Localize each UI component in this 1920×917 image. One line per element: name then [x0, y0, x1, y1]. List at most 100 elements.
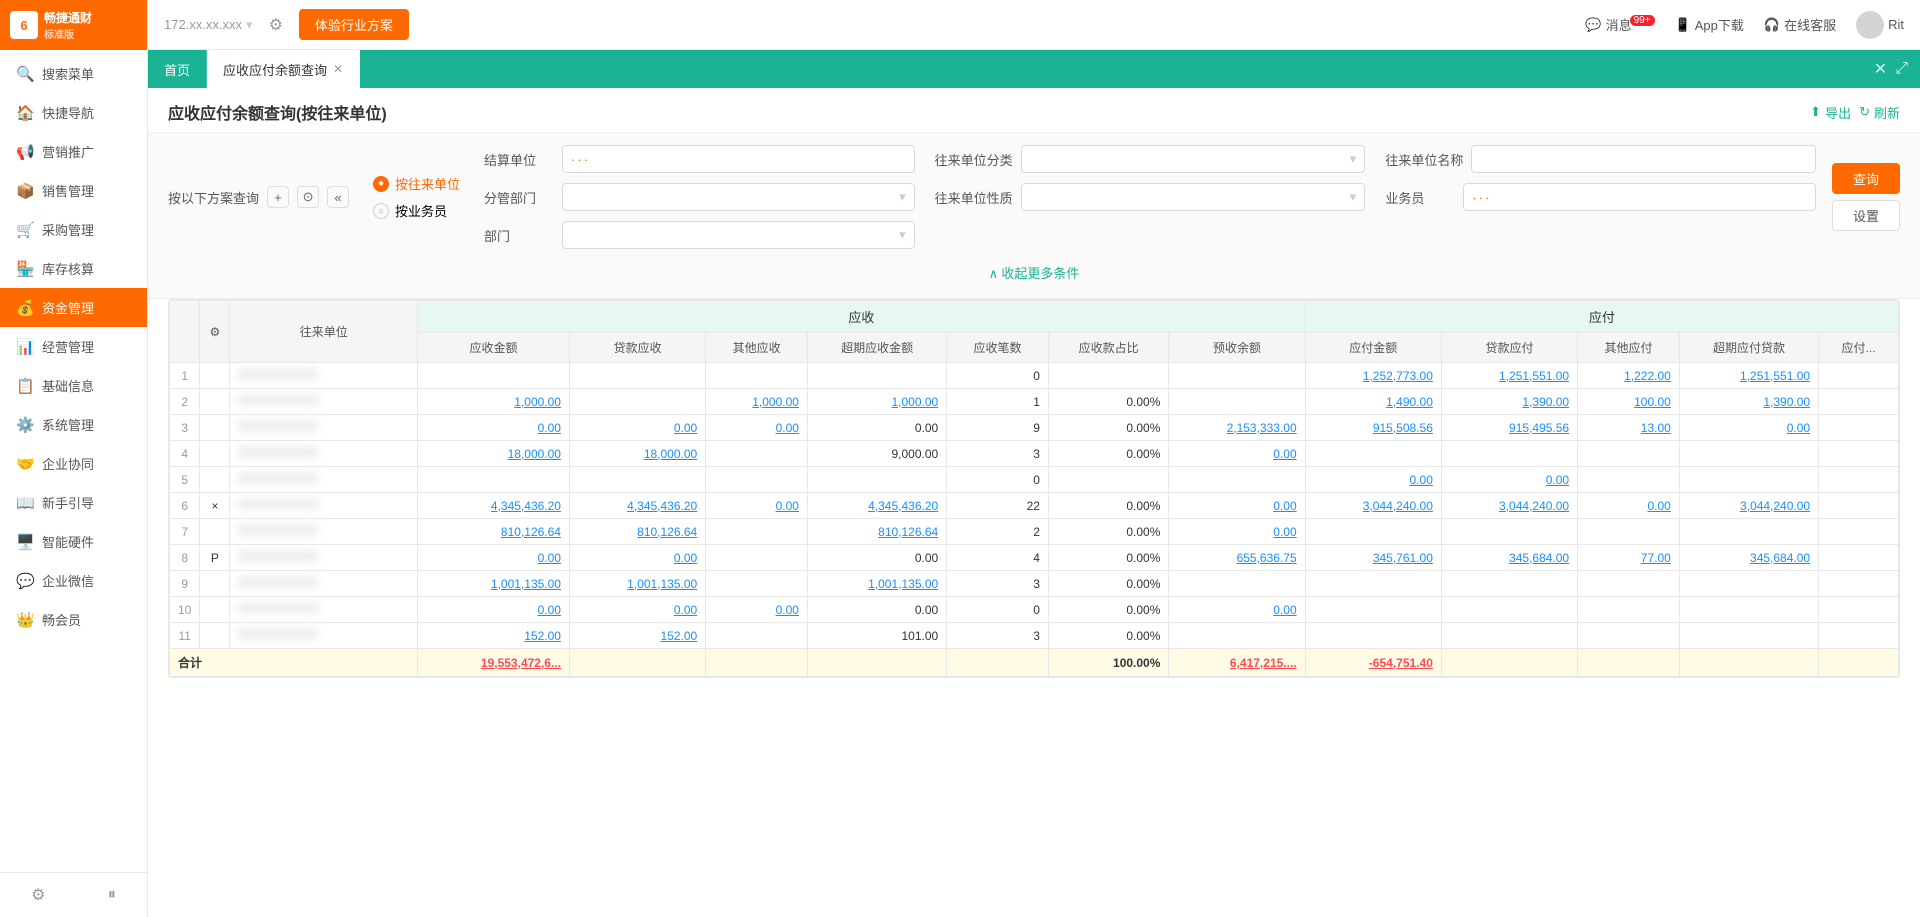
row-ar-other-10[interactable]: 0.00: [706, 597, 808, 623]
total-ap-amount[interactable]: -654,751.40: [1305, 649, 1441, 677]
sidebar-collapse-btn[interactable]: ⏸: [100, 882, 124, 908]
row-ar-overdue-6[interactable]: 4,345,436.20: [807, 493, 946, 519]
row-prepay-6[interactable]: 0.00: [1169, 493, 1305, 519]
row-ar-loan-9[interactable]: 1,001,135.00: [569, 571, 705, 597]
sidebar-item-purchase[interactable]: 🛒 采购管理: [0, 210, 147, 249]
export-button[interactable]: ⬆ 导出: [1810, 103, 1851, 122]
division-input[interactable]: ▾: [562, 183, 915, 211]
row-ap-other-1[interactable]: 1,222.00: [1578, 363, 1680, 389]
settlement-input[interactable]: ···: [562, 145, 915, 173]
gear-icon[interactable]: ⚙: [265, 11, 287, 39]
row-ap-amount-1[interactable]: 1,252,773.00: [1305, 363, 1441, 389]
tab-expand-icon[interactable]: ⤢: [1895, 60, 1908, 78]
messages-btn[interactable]: 💬 消息 99+: [1585, 15, 1654, 34]
row-ar-other-2[interactable]: 1,000.00: [706, 389, 808, 415]
sidebar-item-guide[interactable]: 📖 新手引导: [0, 483, 147, 522]
tab-ar-ap[interactable]: 应收应付余额查询 ✕: [207, 50, 360, 88]
scheme-by-salesman[interactable]: ○ 按业务员: [365, 198, 468, 223]
collapse-btn[interactable]: ∧ 收起更多条件: [168, 259, 1900, 286]
tab-close-icon[interactable]: ✕: [333, 62, 343, 76]
row-ar-amount-7[interactable]: 810,126.64: [418, 519, 570, 545]
row-ar-loan-3[interactable]: 0.00: [569, 415, 705, 441]
salesman-input[interactable]: ···: [1463, 183, 1816, 211]
row-ar-amount-11[interactable]: 152.00: [418, 623, 570, 649]
row-ap-amount-5[interactable]: 0.00: [1305, 467, 1441, 493]
row-ar-loan-6[interactable]: 4,345,436.20: [569, 493, 705, 519]
row-ar-other-6[interactable]: 0.00: [706, 493, 808, 519]
row-prepay-3[interactable]: 2,153,333.00: [1169, 415, 1305, 441]
sidebar-item-wechat[interactable]: 💬 企业微信: [0, 561, 147, 600]
partner-name-input[interactable]: [1471, 145, 1816, 173]
row-ap-overdue-6[interactable]: 3,044,240.00: [1679, 493, 1818, 519]
row-ar-overdue-9[interactable]: 1,001,135.00: [807, 571, 946, 597]
add-scheme-button[interactable]: +: [267, 186, 289, 208]
row-ap-amount-2[interactable]: 1,490.00: [1305, 389, 1441, 415]
row-prepay-4[interactable]: 0.00: [1169, 441, 1305, 467]
row-ap-other-2[interactable]: 100.00: [1578, 389, 1680, 415]
user-avatar-area[interactable]: Rit: [1856, 11, 1904, 39]
row-prepay-7[interactable]: 0.00: [1169, 519, 1305, 545]
plan-button[interactable]: 体验行业方案: [299, 9, 409, 40]
row-ap-amount-3[interactable]: 915,508.56: [1305, 415, 1441, 441]
sidebar-item-inventory[interactable]: 🏪 库存核算: [0, 249, 147, 288]
sidebar-item-member[interactable]: 👑 畅会员: [0, 600, 147, 639]
online-service-btn[interactable]: 🎧 在线客服: [1764, 15, 1836, 34]
row-ap-loan-1[interactable]: 1,251,551.00: [1441, 363, 1577, 389]
sidebar-item-finance[interactable]: 💰 资金管理: [0, 288, 147, 327]
row-ar-loan-11[interactable]: 152.00: [569, 623, 705, 649]
query-button[interactable]: 查询: [1832, 163, 1900, 194]
row-ap-overdue-3[interactable]: 0.00: [1679, 415, 1818, 441]
sidebar-item-system[interactable]: ⚙️ 系统管理: [0, 405, 147, 444]
partner-category-input[interactable]: ▾: [1021, 145, 1366, 173]
tab-close-window-icon[interactable]: ✕: [1874, 59, 1887, 79]
row-ar-amount-6[interactable]: 4,345,436.20: [418, 493, 570, 519]
app-download-btn[interactable]: 📱 App下载: [1675, 15, 1744, 34]
tab-home[interactable]: 首页: [148, 50, 207, 88]
row-ar-amount-10[interactable]: 0.00: [418, 597, 570, 623]
row-ar-amount-3[interactable]: 0.00: [418, 415, 570, 441]
row-ar-other-3[interactable]: 0.00: [706, 415, 808, 441]
row-ar-amount-9[interactable]: 1,001,135.00: [418, 571, 570, 597]
row-ar-amount-2[interactable]: 1,000.00: [418, 389, 570, 415]
edit-scheme-button[interactable]: ⊙: [297, 186, 319, 208]
sidebar-item-hardware[interactable]: 🖥️ 智能硬件: [0, 522, 147, 561]
row-ar-overdue-2[interactable]: 1,000.00: [807, 389, 946, 415]
row-ap-loan-5[interactable]: 0.00: [1441, 467, 1577, 493]
row-ar-loan-8[interactable]: 0.00: [569, 545, 705, 571]
row-ar-amount-4[interactable]: 18,000.00: [418, 441, 570, 467]
refresh-button[interactable]: ↻ 刷新: [1859, 103, 1900, 122]
setting-button[interactable]: 设置: [1832, 200, 1900, 231]
sidebar-item-operation[interactable]: 📊 经营管理: [0, 327, 147, 366]
sidebar-item-sales[interactable]: 📦 销售管理: [0, 171, 147, 210]
sidebar-item-collab[interactable]: 🤝 企业协同: [0, 444, 147, 483]
row-prepay-10[interactable]: 0.00: [1169, 597, 1305, 623]
row-ap-overdue-8[interactable]: 345,684.00: [1679, 545, 1818, 571]
row-ap-loan-8[interactable]: 345,684.00: [1441, 545, 1577, 571]
collapse-scheme-button[interactable]: «: [327, 186, 349, 208]
row-ap-overdue-2[interactable]: 1,390.00: [1679, 389, 1818, 415]
dept-input[interactable]: ▾: [562, 221, 915, 249]
row-ar-amount-8[interactable]: 0.00: [418, 545, 570, 571]
row-ar-overdue-7[interactable]: 810,126.64: [807, 519, 946, 545]
row-ap-loan-6[interactable]: 3,044,240.00: [1441, 493, 1577, 519]
row-ap-loan-2[interactable]: 1,390.00: [1441, 389, 1577, 415]
sidebar-item-basic[interactable]: 📋 基础信息: [0, 366, 147, 405]
row-ar-loan-7[interactable]: 810,126.64: [569, 519, 705, 545]
sidebar-settings-btn[interactable]: ⚙: [23, 881, 53, 909]
row-ap-loan-3[interactable]: 915,495.56: [1441, 415, 1577, 441]
row-ar-loan-10[interactable]: 0.00: [569, 597, 705, 623]
row-ap-other-6[interactable]: 0.00: [1578, 493, 1680, 519]
scheme-by-partner[interactable]: ● 按往来单位: [365, 171, 468, 196]
row-ap-overdue-1[interactable]: 1,251,551.00: [1679, 363, 1818, 389]
row-ap-other-3[interactable]: 13.00: [1578, 415, 1680, 441]
row-prepay-8[interactable]: 655,636.75: [1169, 545, 1305, 571]
row-ar-loan-4[interactable]: 18,000.00: [569, 441, 705, 467]
sidebar-item-marketing[interactable]: 📢 营销推广: [0, 132, 147, 171]
row-ap-amount-6[interactable]: 3,044,240.00: [1305, 493, 1441, 519]
row-ap-other-8[interactable]: 77.00: [1578, 545, 1680, 571]
partner-nature-input[interactable]: ▾: [1021, 183, 1366, 211]
row-ap-amount-8[interactable]: 345,761.00: [1305, 545, 1441, 571]
sidebar-item-search[interactable]: 🔍 搜索菜单: [0, 54, 147, 93]
total-ar-amount[interactable]: 19,553,472,6...: [418, 649, 570, 677]
sidebar-item-quick-nav[interactable]: 🏠 快捷导航: [0, 93, 147, 132]
